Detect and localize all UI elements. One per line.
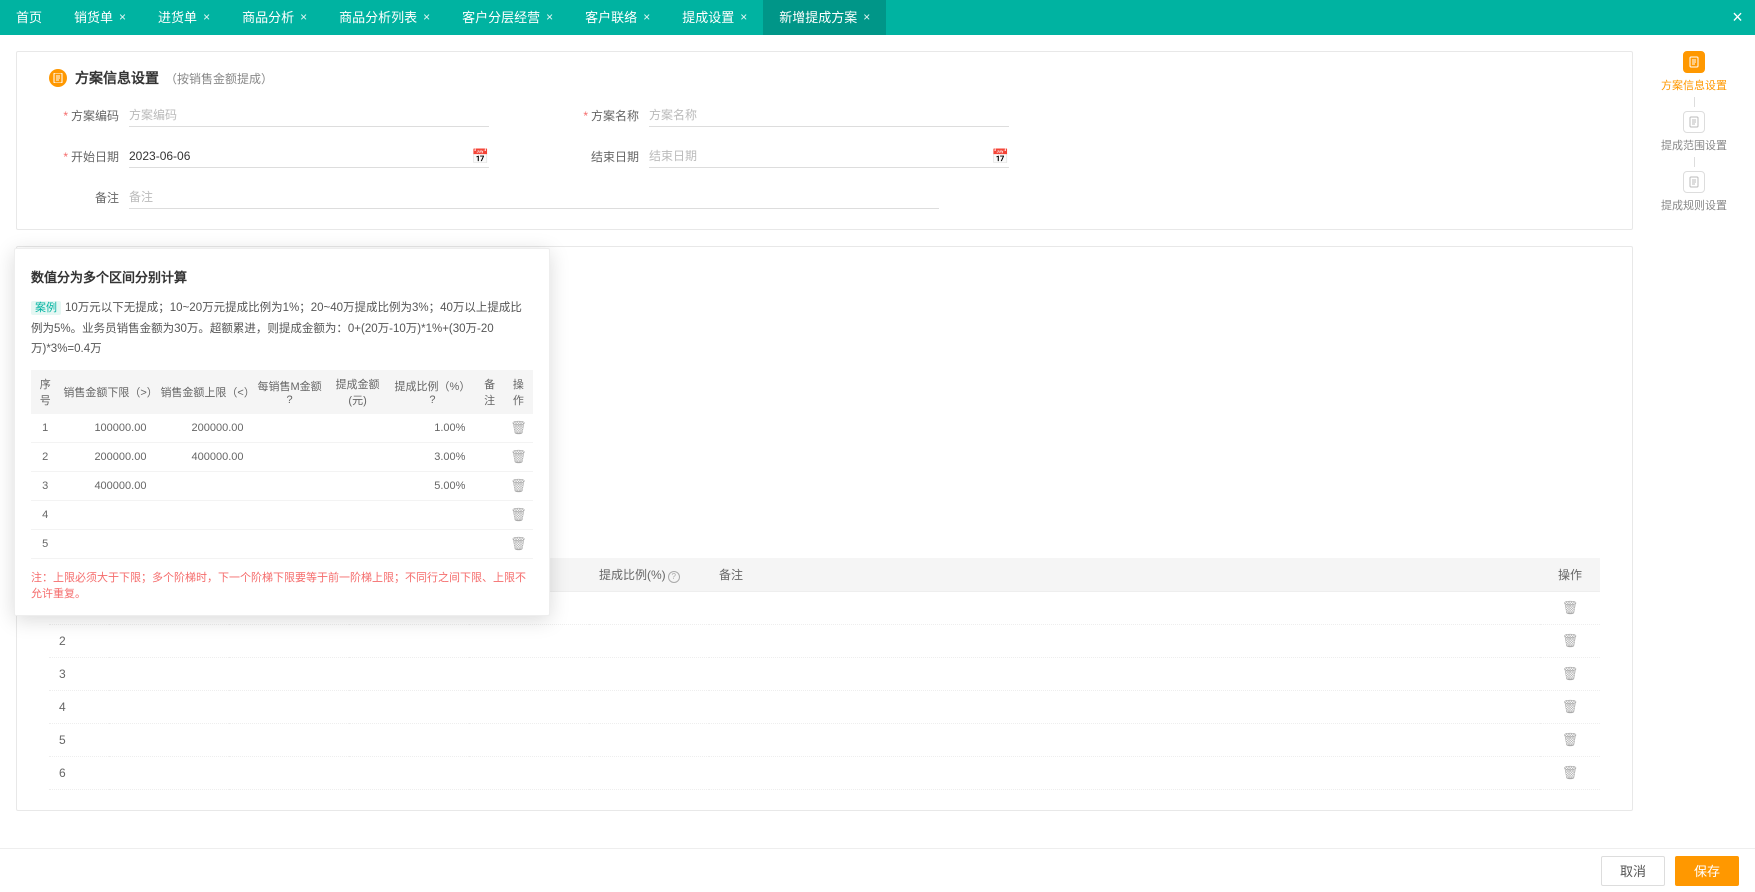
example-tag: 案例	[31, 301, 61, 315]
tab-新增提成方案[interactable]: 新增提成方案×	[763, 0, 886, 35]
th-ratio: 提成比例(%)?	[589, 558, 709, 592]
tooltip-note: 注：上限必须大于下限；多个阶梯时，下一个阶梯下限要等于前一阶梯上限；不同行之间下…	[31, 569, 533, 601]
card-subtitle: （按销售金额提成）	[165, 70, 273, 87]
delete-icon[interactable]: 🗑	[510, 420, 527, 435]
close-icon[interactable]: ×	[300, 0, 307, 35]
th-op: 操作	[1540, 558, 1600, 592]
delete-icon[interactable]: 🗑	[1562, 732, 1579, 747]
table-row: 3400000.005.00%🗑	[31, 472, 533, 501]
step-2[interactable]: 提成规则设置	[1661, 171, 1727, 213]
start-date-input[interactable]	[129, 149, 489, 163]
table-row[interactable]: 6🗑	[49, 757, 1600, 790]
end-date-input[interactable]	[649, 149, 1009, 163]
remark-input[interactable]	[129, 190, 939, 204]
step-1[interactable]: 提成范围设置	[1661, 111, 1727, 153]
delete-icon[interactable]: 🗑	[1562, 633, 1579, 648]
step-icon	[1683, 51, 1705, 73]
footer-bar: 取消 保存	[0, 848, 1755, 892]
delete-icon[interactable]: 🗑	[1562, 600, 1579, 615]
delete-icon[interactable]: 🗑	[1562, 699, 1579, 714]
tab-商品分析列表[interactable]: 商品分析列表×	[323, 0, 446, 35]
tab-客户分层经营[interactable]: 客户分层经营×	[446, 0, 569, 35]
tab-商品分析[interactable]: 商品分析×	[226, 0, 323, 35]
close-icon[interactable]: ×	[546, 0, 553, 35]
code-input[interactable]	[129, 108, 489, 122]
table-row: 5🗑	[31, 530, 533, 559]
tooltip-title: 数值分为多个区间分别计算	[31, 267, 533, 286]
calendar-icon[interactable]: 📅	[472, 148, 489, 165]
step-0[interactable]: 方案信息设置	[1661, 51, 1727, 93]
tooltip-table: 序号 销售金额下限（>） 销售金额上限（<） 每销售M金额 ? 提成金额(元) …	[31, 370, 533, 559]
table-row: 1100000.00200000.001.00%🗑	[31, 414, 533, 443]
table-row[interactable]: 2🗑	[49, 625, 1600, 658]
tabs-bar: 首页销货单×进货单×商品分析×商品分析列表×客户分层经营×客户联络×提成设置×新…	[0, 0, 1755, 35]
save-button[interactable]: 保存	[1675, 856, 1739, 886]
tab-提成设置[interactable]: 提成设置×	[666, 0, 763, 35]
close-icon[interactable]: ×	[740, 0, 747, 35]
tab-销货单[interactable]: 销货单×	[58, 0, 142, 35]
plan-info-card: 方案信息设置 （按销售金额提成） 方案编码 方案名称 开始日期	[16, 51, 1633, 230]
step-icon	[1683, 171, 1705, 193]
close-icon[interactable]: ×	[863, 0, 870, 35]
table-row: 2200000.00400000.003.00%🗑	[31, 443, 533, 472]
delete-icon[interactable]: 🗑	[510, 449, 527, 464]
name-label: 方案名称	[569, 107, 639, 124]
delete-icon[interactable]: 🗑	[1562, 666, 1579, 681]
cancel-button[interactable]: 取消	[1601, 856, 1665, 886]
close-icon[interactable]: ×	[119, 0, 126, 35]
close-icon[interactable]: ×	[203, 0, 210, 35]
close-icon[interactable]: ×	[423, 0, 430, 35]
wizard-stepper: 方案信息设置提成范围设置提成规则设置	[1649, 51, 1739, 213]
table-row: 4🗑	[31, 501, 533, 530]
close-icon[interactable]: ×	[643, 0, 650, 35]
name-input[interactable]	[649, 108, 1009, 122]
end-date-label: 结束日期	[569, 148, 639, 165]
calendar-icon[interactable]: 📅	[992, 148, 1009, 165]
help-icon[interactable]: ?	[668, 571, 680, 583]
table-row[interactable]: 4🗑	[49, 691, 1600, 724]
calc-rule-tooltip: 数值分为多个区间分别计算 案例10万元以下无提成；10~20万元提成比例为1%；…	[14, 248, 550, 616]
table-row[interactable]: 5🗑	[49, 724, 1600, 757]
close-all-tabs-button[interactable]: ×	[1720, 0, 1755, 35]
card-title-text: 方案信息设置	[75, 68, 159, 88]
tab-进货单[interactable]: 进货单×	[142, 0, 226, 35]
code-label: 方案编码	[49, 107, 119, 124]
delete-icon[interactable]: 🗑	[510, 478, 527, 493]
th-remark: 备注	[709, 558, 1540, 592]
start-date-label: 开始日期	[49, 148, 119, 165]
delete-icon[interactable]: 🗑	[510, 536, 527, 551]
delete-icon[interactable]: 🗑	[1562, 765, 1579, 780]
step-icon	[1683, 111, 1705, 133]
example-text: 10万元以下无提成；10~20万元提成比例为1%；20~40万提成比例为3%；4…	[31, 302, 522, 355]
remark-label: 备注	[49, 189, 119, 206]
tab-客户联络[interactable]: 客户联络×	[569, 0, 666, 35]
section-icon	[49, 69, 67, 87]
tab-首页[interactable]: 首页	[0, 0, 58, 35]
table-row[interactable]: 3🗑	[49, 658, 1600, 691]
delete-icon[interactable]: 🗑	[510, 507, 527, 522]
